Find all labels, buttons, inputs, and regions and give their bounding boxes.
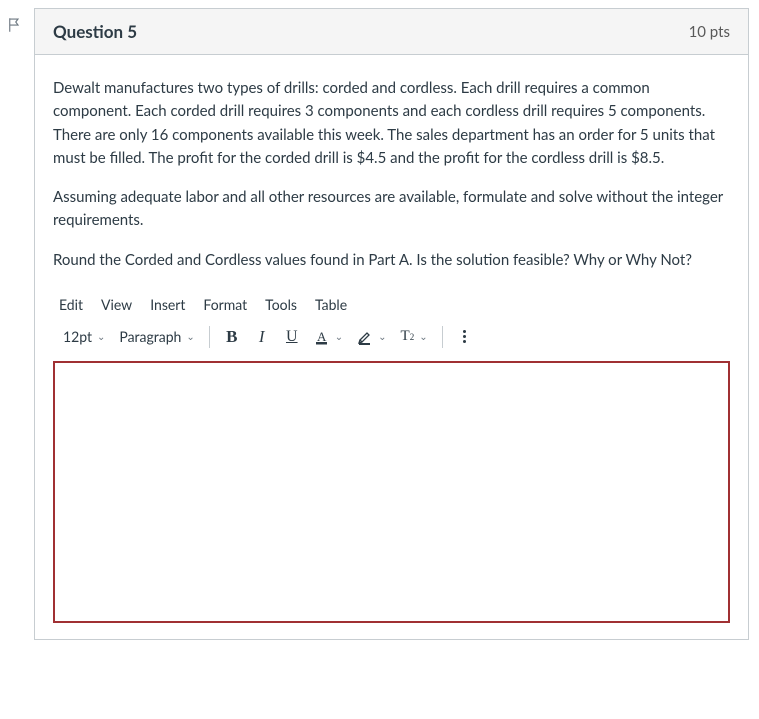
- question-body: Dewalt manufactures two types of drills:…: [35, 55, 748, 639]
- text-color-button[interactable]: A ⌄: [308, 323, 349, 351]
- question-paragraph-1: Dewalt manufactures two types of drills:…: [53, 77, 730, 170]
- editor-toolbar: 12pt ⌄ Paragraph ⌄ B I: [53, 321, 730, 361]
- question-card: Question 5 10 pts Dewalt manufactures tw…: [34, 8, 749, 640]
- italic-icon: I: [259, 327, 265, 347]
- more-vertical-icon: [459, 326, 470, 347]
- menu-edit[interactable]: Edit: [59, 296, 83, 313]
- bold-icon: B: [226, 327, 237, 347]
- underline-icon: U: [286, 328, 298, 346]
- question-paragraph-3: Round the Corded and Cordless values fou…: [53, 249, 730, 272]
- fontsize-label: 12pt: [63, 328, 92, 345]
- blocktype-label: Paragraph: [119, 328, 181, 345]
- menu-insert[interactable]: Insert: [150, 296, 185, 313]
- answer-textarea[interactable]: [53, 361, 730, 623]
- flag-icon[interactable]: [6, 14, 24, 36]
- menu-table[interactable]: Table: [315, 296, 347, 313]
- chevron-down-icon: ⌄: [335, 331, 343, 343]
- toolbar-divider: [209, 326, 210, 348]
- blocktype-dropdown[interactable]: Paragraph ⌄: [113, 323, 200, 351]
- underline-button[interactable]: U: [278, 323, 306, 351]
- menu-format[interactable]: Format: [203, 296, 247, 313]
- question-text: Dewalt manufactures two types of drills:…: [53, 77, 730, 272]
- more-options-button[interactable]: [451, 323, 479, 351]
- editor-menubar: Edit View Insert Format Tools Table: [53, 292, 730, 321]
- rich-text-editor: Edit View Insert Format Tools Table 12pt…: [53, 292, 730, 623]
- menu-view[interactable]: View: [101, 296, 132, 313]
- question-points: 10 pts: [689, 23, 730, 41]
- chevron-down-icon: ⌄: [186, 331, 194, 343]
- svg-text:A: A: [317, 329, 327, 344]
- superscript-button[interactable]: T2 ⌄: [395, 323, 434, 351]
- highlight-button[interactable]: ⌄: [351, 323, 392, 351]
- superscript-icon: T2: [401, 328, 415, 345]
- fontsize-dropdown[interactable]: 12pt ⌄: [57, 323, 111, 351]
- question-title: Question 5: [53, 21, 137, 42]
- chevron-down-icon: ⌄: [419, 331, 427, 343]
- bold-button[interactable]: B: [218, 323, 246, 351]
- highlight-icon: [357, 328, 373, 346]
- italic-button[interactable]: I: [248, 323, 276, 351]
- question-header: Question 5 10 pts: [35, 9, 748, 55]
- chevron-down-icon: ⌄: [97, 331, 105, 343]
- chevron-down-icon: ⌄: [378, 331, 386, 343]
- question-paragraph-2: Assuming adequate labor and all other re…: [53, 186, 730, 233]
- text-color-icon: A: [314, 328, 330, 346]
- menu-tools[interactable]: Tools: [265, 296, 297, 313]
- toolbar-divider: [442, 326, 443, 348]
